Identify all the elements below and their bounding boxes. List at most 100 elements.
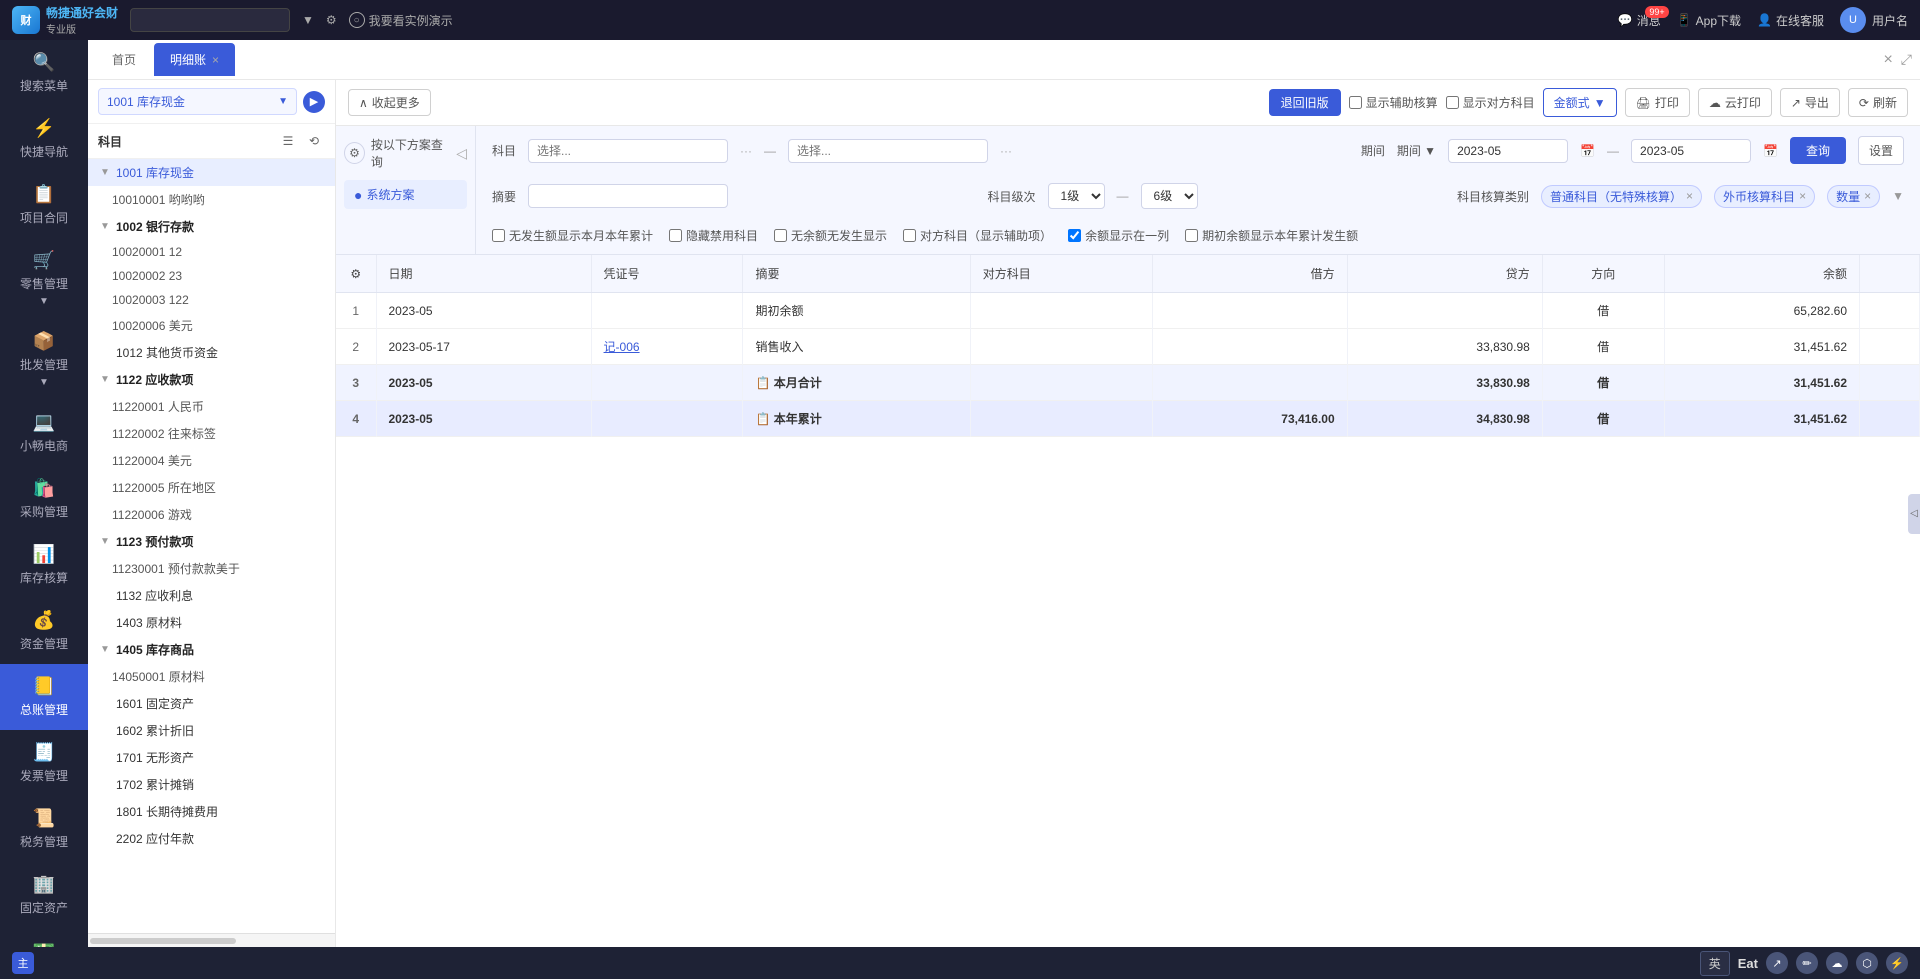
tree-node-11220001[interactable]: 11220001 人民币 — [88, 393, 335, 420]
system-scheme-btn[interactable]: ● 系统方案 — [344, 180, 467, 209]
tree-node-1702[interactable]: 1702 累计摊销 — [88, 771, 335, 798]
message-btn[interactable]: 💬 消息 99+ — [1618, 12, 1661, 29]
status-icon-3[interactable]: ☁ — [1826, 952, 1848, 974]
checkbox-balance-one-col-input[interactable] — [1068, 229, 1081, 242]
export-btn[interactable]: ↗ 导出 — [1780, 88, 1840, 117]
tree-node-1123[interactable]: ▼ 1123 预付款项 — [88, 528, 335, 555]
tree-node-1002[interactable]: ▼ 1002 银行存款 — [88, 213, 335, 240]
sidebar-item-tax[interactable]: 📜 税务管理 — [0, 796, 88, 862]
tree-node-1602[interactable]: 1602 累计折旧 — [88, 717, 335, 744]
category-tag-3-close[interactable]: × — [1864, 189, 1871, 203]
tree-node-11230001[interactable]: 11230001 预付款款美于 — [88, 555, 335, 582]
tree-node-1601[interactable]: 1601 固定资产 — [88, 690, 335, 717]
status-icon-4[interactable]: ⬡ — [1856, 952, 1878, 974]
lang-btn[interactable]: 英 — [1700, 951, 1730, 976]
tab-home[interactable]: 首页 — [96, 43, 152, 76]
user-menu[interactable]: U 用户名 — [1840, 7, 1908, 33]
checkbox-no-balance[interactable]: 无余额无发生显示 — [774, 227, 887, 244]
settings-icon[interactable]: ⚙ — [326, 13, 337, 27]
sidebar-item-xiaochang[interactable]: 💻 小畅电商 — [0, 400, 88, 466]
category-tag-1-close[interactable]: × — [1686, 189, 1693, 203]
tree-scrollbar[interactable] — [88, 933, 335, 947]
checkbox-no-activity[interactable]: 无发生额显示本月本年累计 — [492, 227, 653, 244]
tree-node-2202[interactable]: 2202 应付年款 — [88, 825, 335, 852]
status-icon-2[interactable]: ✏ — [1796, 952, 1818, 974]
category-tag-2-close[interactable]: × — [1799, 189, 1806, 203]
checkbox-hide-disabled[interactable]: 隐藏禁用科目 — [669, 227, 758, 244]
tree-node-11220002[interactable]: 11220002 往来标签 — [88, 420, 335, 447]
tree-node-1405[interactable]: ▼ 1405 库存商品 — [88, 636, 335, 663]
more-btn[interactable]: ∧ 收起更多 — [348, 89, 431, 116]
query-btn[interactable]: 查询 — [1790, 137, 1846, 164]
sidebar-item-inventory[interactable]: 📊 库存核算 — [0, 532, 88, 598]
tab-detail[interactable]: 明细账 × — [154, 43, 235, 76]
col-settings[interactable]: ⚙ — [336, 255, 376, 293]
tree-node-1012[interactable]: 1012 其他货币资金 — [88, 339, 335, 366]
tree-node-11220004[interactable]: 11220004 美元 — [88, 447, 335, 474]
period-type[interactable]: 期间 ▼ — [1397, 142, 1436, 159]
sidebar-item-accounting[interactable]: 📒 总账管理 — [0, 664, 88, 730]
query-collapse-icon[interactable]: ◁ — [456, 145, 467, 162]
tree-node-10020002[interactable]: 10020002 23 — [88, 264, 335, 288]
tree-node-10020003[interactable]: 10020003 122 — [88, 288, 335, 312]
period-end-input[interactable] — [1631, 139, 1751, 163]
voucher-link[interactable]: 记-006 — [604, 340, 640, 354]
window-maximize-icon[interactable]: ⤢ — [1901, 51, 1912, 68]
window-close-icon[interactable]: × — [1883, 51, 1892, 69]
checkbox-hide-disabled-input[interactable] — [669, 229, 682, 242]
tree-layout-icon[interactable]: ☰ — [277, 130, 299, 152]
checkbox-show-opposite[interactable]: 对方科目（显示辅助项） — [903, 227, 1052, 244]
tree-node-10020006[interactable]: 10020006 美元 — [88, 312, 335, 339]
demo-btn[interactable]: ○ 我要看实例演示 — [349, 12, 453, 29]
tab-close-icon[interactable]: × — [212, 53, 219, 67]
checkbox-year-begin[interactable]: 期初余额显示本年累计发生额 — [1185, 227, 1358, 244]
checkbox-no-activity-input[interactable] — [492, 229, 505, 242]
checkbox-year-begin-input[interactable] — [1185, 229, 1198, 242]
subject-input[interactable] — [528, 139, 728, 163]
online-service-btn[interactable]: 👤 在线客服 — [1757, 12, 1824, 29]
refresh-btn[interactable]: ⟳ 刷新 — [1848, 88, 1908, 117]
style-btn[interactable]: 金额式 ▼ — [1543, 88, 1617, 117]
query-gear-icon[interactable]: ⚙ — [344, 142, 365, 164]
tree-node-14050001[interactable]: 14050001 原材料 — [88, 663, 335, 690]
tree-node-1801[interactable]: 1801 长期待摊费用 — [88, 798, 335, 825]
right-collapse-btn[interactable]: ◁ — [1908, 494, 1920, 534]
auxiliary-checkbox-input[interactable] — [1349, 96, 1362, 109]
tree-node-10010001[interactable]: 10010001 哟哟哟 — [88, 186, 335, 213]
level-to-select[interactable]: 6级 — [1141, 183, 1198, 209]
tree-node-10020001[interactable]: 10020001 12 — [88, 240, 335, 264]
checkbox-balance-one-col[interactable]: 余额显示在一列 — [1068, 227, 1169, 244]
tree-node-1701[interactable]: 1701 无形资产 — [88, 744, 335, 771]
nav-next-btn[interactable]: ▶ — [303, 91, 325, 113]
sidebar-item-invoice[interactable]: 🧾 发票管理 — [0, 730, 88, 796]
tree-filter-icon[interactable]: ⟲ — [303, 130, 325, 152]
sidebar-item-quicknav[interactable]: ⚡ 快捷导航 — [0, 106, 88, 172]
query-settings-btn[interactable]: 设置 — [1858, 136, 1904, 165]
print-btn[interactable]: 🖨 打印 — [1625, 88, 1690, 117]
sidebar-item-assets[interactable]: 🏢 固定资产 — [0, 862, 88, 928]
tree-node-1122[interactable]: ▼ 1122 应收款项 — [88, 366, 335, 393]
app-download-btn[interactable]: 📱 App下载 — [1677, 12, 1741, 29]
cloud-print-btn[interactable]: ☁ 云打印 — [1698, 88, 1772, 117]
level-from-select[interactable]: 1级 — [1048, 183, 1105, 209]
account-selector[interactable]: 1001 库存现金 ▼ — [98, 88, 297, 115]
checkbox-no-balance-input[interactable] — [774, 229, 787, 242]
status-icon-1[interactable]: ↗ — [1766, 952, 1788, 974]
dropdown-icon[interactable]: ▼ — [302, 13, 314, 27]
summary-input[interactable] — [528, 184, 728, 208]
tree-node-11220006[interactable]: 11220006 游戏 — [88, 501, 335, 528]
tree-node-1132[interactable]: 1132 应收利息 — [88, 582, 335, 609]
opposite-checkbox-input[interactable] — [1446, 96, 1459, 109]
sidebar-item-search[interactable]: 🔍 搜索菜单 — [0, 40, 88, 106]
bottom-main-btn[interactable]: 主 — [12, 952, 34, 974]
return-old-btn[interactable]: 退回旧版 — [1269, 89, 1341, 116]
sidebar-item-payroll[interactable]: 💵 工资 — [0, 928, 88, 947]
sidebar-item-project[interactable]: 📋 项目合同 — [0, 172, 88, 238]
category-dropdown-icon[interactable]: ▼ — [1892, 189, 1904, 203]
search-input[interactable] — [130, 8, 290, 32]
period-start-input[interactable] — [1448, 139, 1568, 163]
tree-node-1001[interactable]: ▼ 1001 库存现金 — [88, 159, 335, 186]
calendar-icon-start[interactable]: 📅 — [1580, 144, 1595, 158]
status-icon-5[interactable]: ⚡ — [1886, 952, 1908, 974]
sidebar-item-purchase[interactable]: 🛍️ 采购管理 — [0, 466, 88, 532]
